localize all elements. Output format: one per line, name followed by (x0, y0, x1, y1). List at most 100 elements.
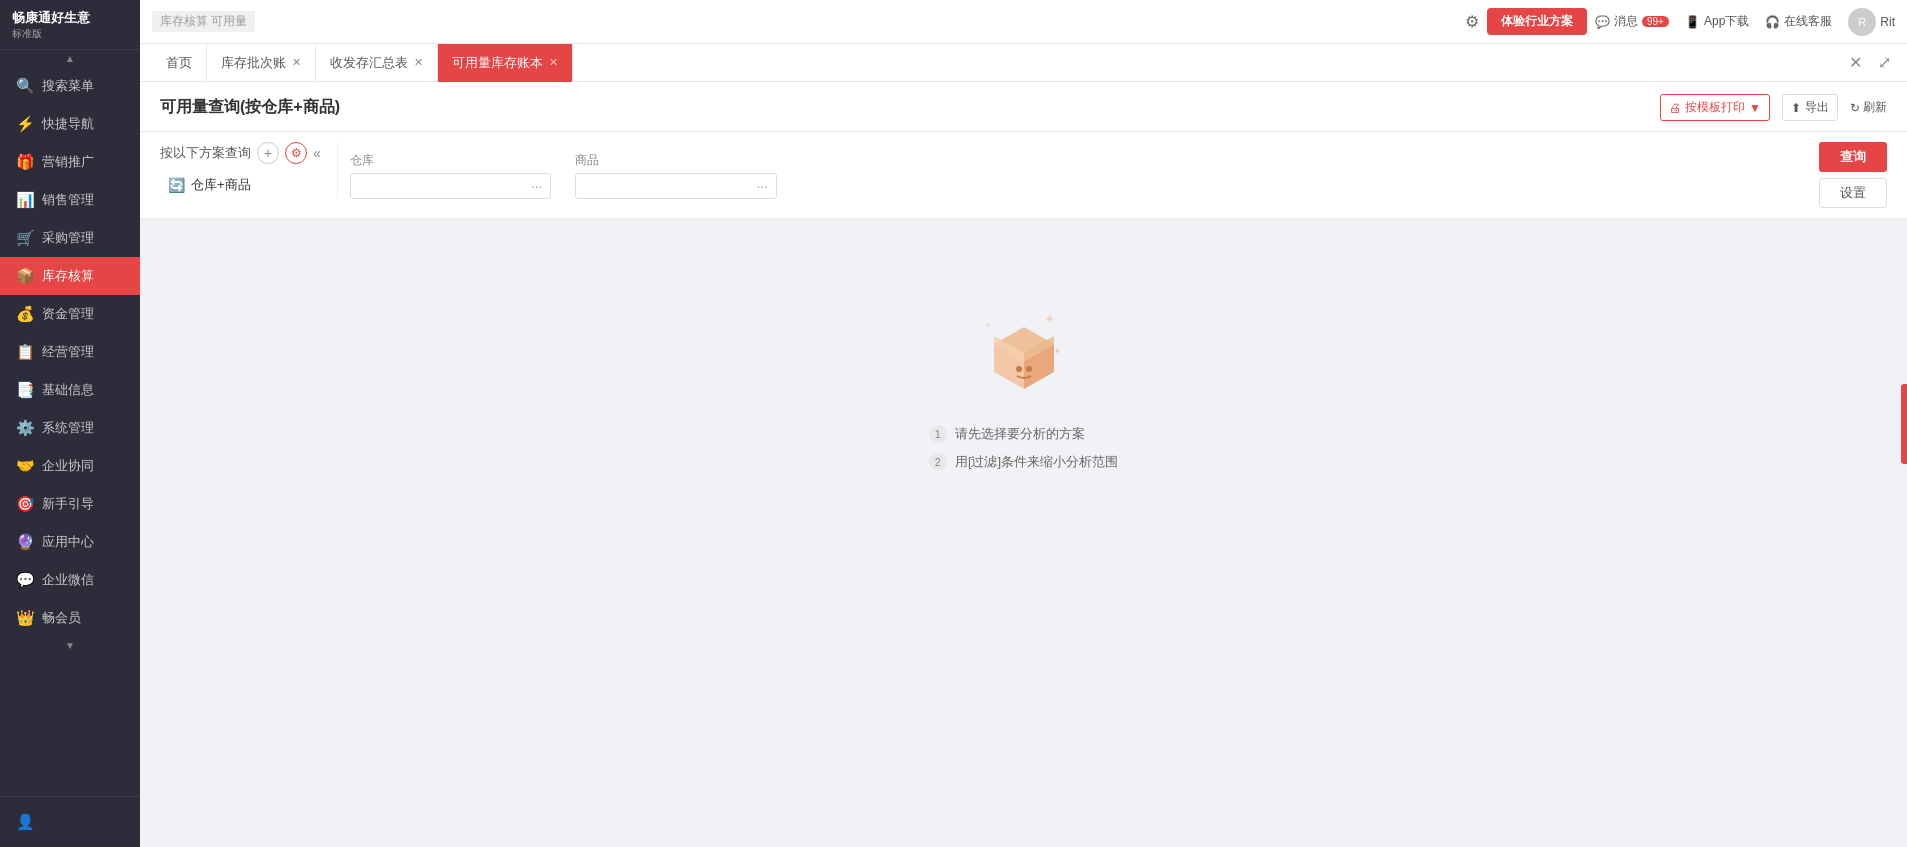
tab-summary[interactable]: 收发存汇总表 ✕ (316, 44, 438, 82)
tab-close-summary[interactable]: ✕ (414, 56, 423, 69)
sidebar-item-purchase[interactable]: 🛒 采购管理 (0, 219, 140, 257)
sidebar-label-search: 搜索菜单 (42, 77, 94, 95)
right-edge-bar[interactable] (1901, 384, 1907, 464)
user-name: Rit (1880, 15, 1895, 29)
empty-hints: 1 请先选择要分析的方案 2 用[过滤]条件来缩小分析范围 (929, 425, 1118, 471)
wechat-icon: 💬 (16, 571, 34, 589)
user-info[interactable]: R Rit (1848, 8, 1895, 36)
tab-available[interactable]: 可用量库存账本 ✕ (438, 44, 573, 82)
online-service-btn[interactable]: 🎧 在线客服 (1765, 13, 1832, 30)
sidebar-item-marketing[interactable]: 🎁 营销推广 (0, 143, 140, 181)
online-service-label: 在线客服 (1784, 13, 1832, 30)
app-name: 畅康通好生意 (12, 10, 128, 27)
refresh-label: 刷新 (1863, 99, 1887, 116)
maximize-tab-btn[interactable]: ⤢ (1874, 51, 1895, 74)
sidebar-label-enterprise: 企业协同 (42, 457, 94, 475)
sidebar-item-member[interactable]: 👑 畅会员 (0, 599, 140, 637)
main-content: 库存核算 可用量 ⚙ 体验行业方案 💬 消息 99+ 📱 App下载 🎧 在线客… (140, 0, 1907, 847)
sidebar-label-finance: 资金管理 (42, 305, 94, 323)
sidebar-bottom: 👤 (0, 796, 140, 847)
page-title: 可用量查询(按仓库+商品) (160, 97, 340, 118)
filter-settings-circle-button[interactable]: ⚙ (285, 142, 307, 164)
settings-button[interactable]: 设置 (1819, 178, 1887, 208)
tab-label-available: 可用量库存账本 (452, 54, 543, 72)
member-icon: 👑 (16, 609, 34, 627)
hint-text-1: 请先选择要分析的方案 (955, 425, 1085, 443)
tab-home[interactable]: 首页 (152, 44, 207, 82)
sidebar-label-basic: 基础信息 (42, 381, 94, 399)
warehouse-more-icon[interactable]: ··· (531, 178, 543, 194)
sidebar-item-sales[interactable]: 📊 销售管理 (0, 181, 140, 219)
sidebar-label-marketing: 营销推广 (42, 153, 94, 171)
sidebar-item-inventory[interactable]: 📦 库存核算 (0, 257, 140, 295)
filter-section: 按以下方案查询 + ⚙ « 🔄 仓库+商品 仓库 ··· (140, 132, 1907, 219)
sidebar-item-finance[interactable]: 💰 资金管理 (0, 295, 140, 333)
sidebar-item-basic[interactable]: 📑 基础信息 (0, 371, 140, 409)
empty-illustration: ✦ ✦ ✦ (969, 299, 1079, 409)
sidebar-item-newbie[interactable]: 🎯 新手引导 (0, 485, 140, 523)
newbie-icon: 🎯 (16, 495, 34, 513)
sales-icon: 📊 (16, 191, 34, 209)
sidebar-item-quick-nav[interactable]: ⚡ 快捷导航 (0, 105, 140, 143)
sidebar-label-sales: 销售管理 (42, 191, 94, 209)
product-input-wrap: ··· (575, 173, 777, 199)
print-icon: 🖨 (1669, 101, 1681, 115)
refresh-icon: ↻ (1850, 101, 1860, 115)
svg-text:✦: ✦ (1044, 311, 1056, 327)
app-icon: 📱 (1685, 15, 1700, 29)
tab-batch[interactable]: 库存批次账 ✕ (207, 44, 316, 82)
gear-icon[interactable]: ⚙ (1465, 12, 1479, 31)
sidebar-item-wechat[interactable]: 💬 企业微信 (0, 561, 140, 599)
filter-scheme-item[interactable]: 🔄 仓库+商品 (160, 172, 321, 198)
message-btn[interactable]: 💬 消息 99+ (1595, 13, 1669, 30)
app-download-btn[interactable]: 📱 App下载 (1685, 13, 1749, 30)
tab-label-batch: 库存批次账 (221, 54, 286, 72)
close-tab-btn[interactable]: ✕ (1845, 51, 1866, 74)
business-icon: 📋 (16, 343, 34, 361)
filter-collapse-button[interactable]: « (313, 145, 321, 161)
sidebar-label-business: 经营管理 (42, 343, 94, 361)
system-icon: ⚙️ (16, 419, 34, 437)
product-input[interactable] (584, 178, 752, 193)
sidebar-label-newbie: 新手引导 (42, 495, 94, 513)
marketing-icon: 🎁 (16, 153, 34, 171)
print-label: 按模板打印 (1685, 99, 1745, 116)
page-header: 可用量查询(按仓库+商品) 🖨 按模板打印 ▼ ⬆ 导出 ↻ 刷新 (140, 82, 1907, 132)
filter-add-button[interactable]: + (257, 142, 279, 164)
sidebar-label-purchase: 采购管理 (42, 229, 94, 247)
query-button[interactable]: 查询 (1819, 142, 1887, 172)
tab-close-batch[interactable]: ✕ (292, 56, 301, 69)
sidebar-logo: 畅康通好生意 标准版 (0, 0, 140, 50)
export-button[interactable]: ⬆ 导出 (1782, 94, 1838, 121)
extra-icon: 👤 (16, 813, 34, 831)
print-button[interactable]: 🖨 按模板打印 ▼ (1660, 94, 1770, 121)
sidebar-item-search[interactable]: 🔍 搜索菜单 (0, 67, 140, 105)
sidebar-item-enterprise[interactable]: 🤝 企业协同 (0, 447, 140, 485)
sidebar-item-business[interactable]: 📋 经营管理 (0, 333, 140, 371)
warehouse-input[interactable] (359, 178, 527, 193)
sidebar-item-system[interactable]: ⚙️ 系统管理 (0, 409, 140, 447)
sidebar-item-app-center[interactable]: 🔮 应用中心 (0, 523, 140, 561)
basic-icon: 📑 (16, 381, 34, 399)
product-more-icon[interactable]: ··· (756, 178, 768, 194)
sidebar-scroll-down[interactable]: ▼ (0, 637, 140, 654)
tab-close-available[interactable]: ✕ (549, 56, 558, 69)
export-label: 导出 (1805, 99, 1829, 116)
tabs-bar: 首页 库存批次账 ✕ 收发存汇总表 ✕ 可用量库存账本 ✕ ✕ ⤢ (140, 44, 1907, 82)
tab-label-summary: 收发存汇总表 (330, 54, 408, 72)
topbar-right: 💬 消息 99+ 📱 App下载 🎧 在线客服 R Rit (1595, 8, 1895, 36)
sidebar-label-system: 系统管理 (42, 419, 94, 437)
service-icon: 🎧 (1765, 15, 1780, 29)
trial-button[interactable]: 体验行业方案 (1487, 8, 1587, 35)
sidebar-label-member: 畅会员 (42, 609, 81, 627)
product-label: 商品 (575, 152, 777, 169)
filter-scheme-header: 按以下方案查询 + ⚙ « (160, 142, 321, 164)
finance-icon: 💰 (16, 305, 34, 323)
enterprise-icon: 🤝 (16, 457, 34, 475)
tabs-actions: ✕ ⤢ (1845, 51, 1895, 74)
sidebar-item-extra[interactable]: 👤 (0, 805, 140, 839)
tab-label-home: 首页 (166, 54, 192, 72)
refresh-button[interactable]: ↻ 刷新 (1850, 99, 1887, 116)
sidebar-scroll-up[interactable]: ▲ (0, 50, 140, 67)
app-download-label: App下载 (1704, 13, 1749, 30)
